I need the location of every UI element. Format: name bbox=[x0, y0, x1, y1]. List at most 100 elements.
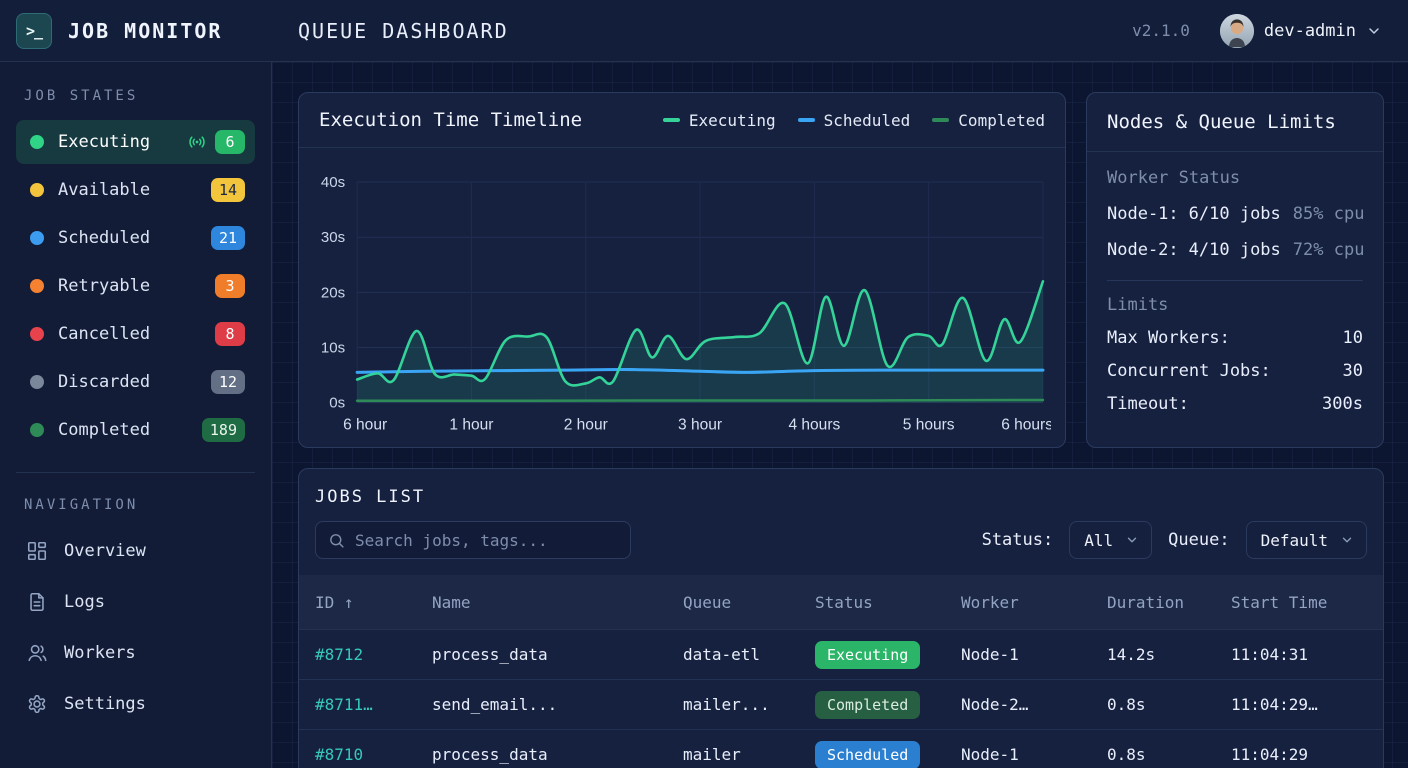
sidebar-state-scheduled[interactable]: Scheduled 21 bbox=[16, 216, 255, 260]
table-row[interactable]: #8712 process_data data-etl Executing Node-1… bbox=[299, 629, 1383, 679]
job-status-cell: Scheduled bbox=[799, 740, 945, 768]
nodes-card-title: Nodes & Queue Limits bbox=[1107, 111, 1336, 133]
limit-row: Max Workers: 10 bbox=[1107, 328, 1363, 348]
legend-dash-icon bbox=[932, 118, 950, 122]
chart-title: Execution Time Timeline bbox=[319, 109, 583, 131]
node-status-row: Node-2: 4/10 jobs 72% cpu bbox=[1107, 240, 1364, 260]
column-header-status[interactable]: Status bbox=[799, 593, 945, 612]
job-id-link[interactable]: #8710 bbox=[299, 745, 416, 764]
state-count-badge: 3 bbox=[215, 273, 245, 299]
status-badge: Executing bbox=[815, 640, 921, 669]
limit-value: 300s bbox=[1322, 394, 1363, 414]
nav-label: Workers bbox=[64, 643, 136, 663]
sidebar-state-discarded[interactable]: Discarded 12 bbox=[16, 360, 255, 404]
svg-text:4 hours: 4 hours bbox=[788, 417, 840, 434]
limit-name: Timeout: bbox=[1107, 394, 1189, 414]
job-queue: data-etl bbox=[683, 645, 761, 664]
state-dot-icon bbox=[30, 375, 44, 389]
table-row[interactable]: #8710 process_data mailer Scheduled Node-1 0.… bbox=[299, 729, 1383, 768]
svg-text:3 hour: 3 hour bbox=[678, 417, 722, 434]
job-status-cell: Executing bbox=[799, 640, 945, 669]
job-duration: 0.8s bbox=[1107, 745, 1146, 764]
overview-icon bbox=[27, 541, 47, 561]
nav-item-logs[interactable]: Logs bbox=[16, 580, 255, 624]
user-menu[interactable]: dev-admin bbox=[1219, 13, 1382, 48]
limit-row: Timeout: 300s bbox=[1107, 394, 1363, 414]
node-cpu: 85% cpu bbox=[1292, 204, 1365, 224]
legend-item-completed[interactable]: Completed bbox=[932, 111, 1045, 130]
jobs-table-header: ID ↑ Name Queue Status Worker Duration Start T… bbox=[299, 575, 1383, 629]
nav-label: Overview bbox=[64, 541, 146, 561]
column-header-id[interactable]: ID ↑ bbox=[299, 593, 416, 612]
jobs-list-title: JOBS LIST bbox=[315, 487, 426, 507]
node-jobs: 6/10 jobs bbox=[1188, 204, 1281, 224]
limit-name: Max Workers: bbox=[1107, 328, 1230, 348]
legend-item-scheduled[interactable]: Scheduled bbox=[797, 110, 911, 130]
job-id-link[interactable]: #8711… bbox=[299, 695, 416, 714]
legend-label: Scheduled bbox=[823, 110, 911, 130]
limit-value: 10 bbox=[1342, 328, 1363, 348]
column-header-worker[interactable]: Worker bbox=[945, 593, 1091, 612]
svg-text:6 hours: 6 hours bbox=[1001, 417, 1051, 434]
jobs-list-card: JOBS LIST Status: All Queue: Default bbox=[298, 468, 1384, 768]
avatar bbox=[1219, 13, 1254, 48]
search-input[interactable] bbox=[355, 530, 618, 550]
nav-item-settings[interactable]: Settings bbox=[16, 682, 255, 726]
job-start-time: 11:04:29… bbox=[1231, 695, 1318, 714]
nav-item-workers[interactable]: Workers bbox=[16, 631, 255, 675]
column-header-duration[interactable]: Duration bbox=[1091, 593, 1215, 612]
status-badge: Completed bbox=[815, 690, 921, 719]
queue-filter-label: Queue: bbox=[1168, 530, 1230, 550]
job-name: process_data bbox=[432, 645, 548, 664]
version-label: v2.1.0 bbox=[1132, 21, 1190, 40]
sidebar: JOB STATES Executing 6 Available 14 Schedule… bbox=[0, 62, 272, 768]
workers-icon bbox=[28, 644, 47, 662]
jobs-table-body: #8712 process_data data-etl Executing Node-1… bbox=[299, 629, 1383, 768]
column-header-queue[interactable]: Queue bbox=[667, 593, 799, 612]
nodes-limits-card: Nodes & Queue Limits Worker Status Node-… bbox=[1086, 92, 1384, 448]
sidebar-state-cancelled[interactable]: Cancelled 8 bbox=[16, 312, 255, 356]
column-header-name[interactable]: Name bbox=[416, 593, 667, 612]
job-status-cell: Completed bbox=[799, 690, 945, 719]
state-dot-icon bbox=[30, 327, 44, 341]
job-id-link[interactable]: #8712 bbox=[299, 645, 416, 664]
node-status-row: Node-1: 6/10 jobs 85% cpu bbox=[1107, 204, 1365, 224]
state-dot-icon bbox=[30, 183, 44, 197]
logo-glyph: >_ bbox=[25, 21, 43, 40]
svg-text:1 hour: 1 hour bbox=[449, 417, 493, 434]
brand: >_ JOB MONITOR bbox=[16, 12, 272, 49]
sidebar-state-retryable[interactable]: Retryable 3 bbox=[16, 264, 255, 308]
status-filter-select[interactable]: All bbox=[1069, 521, 1153, 559]
table-row[interactable]: #8711… send_email... mailer... Completed Nod… bbox=[299, 679, 1383, 729]
status-filter-value: All bbox=[1084, 530, 1114, 550]
queue-filter-select[interactable]: Default bbox=[1245, 521, 1367, 559]
state-label: Executing bbox=[58, 132, 151, 152]
jobs-table: ID ↑ Name Queue Status Worker Duration Start T… bbox=[299, 575, 1383, 768]
state-label: Completed bbox=[58, 420, 151, 440]
legend-dash-icon bbox=[662, 118, 680, 122]
state-count-badge: 8 bbox=[215, 321, 245, 347]
worker-status-label: Worker Status bbox=[1107, 168, 1241, 188]
job-start-time: 11:04:31 bbox=[1231, 645, 1309, 664]
sidebar-state-completed[interactable]: Completed 189 bbox=[16, 408, 255, 452]
nav-label: Settings bbox=[64, 694, 146, 714]
svg-text:5 hours: 5 hours bbox=[903, 417, 955, 434]
main-content: Execution Time Timeline Executing Schedul… bbox=[272, 62, 1408, 768]
nav-item-overview[interactable]: Overview bbox=[16, 529, 255, 573]
state-dot-icon bbox=[30, 231, 44, 245]
execution-timeline-card: Execution Time Timeline Executing Schedul… bbox=[298, 92, 1066, 448]
legend-item-executing[interactable]: Executing bbox=[662, 111, 776, 130]
limit-value: 30 bbox=[1342, 361, 1363, 381]
state-dot-icon bbox=[30, 423, 44, 437]
sidebar-state-executing[interactable]: Executing 6 bbox=[16, 120, 255, 164]
state-count-badge: 189 bbox=[201, 417, 245, 443]
state-label: Available bbox=[58, 180, 151, 200]
svg-text:6 hour: 6 hour bbox=[343, 417, 387, 434]
terminal-logo-icon: >_ bbox=[16, 12, 52, 49]
column-header-starttime[interactable]: Start Time bbox=[1215, 593, 1383, 612]
state-label: Discarded bbox=[58, 372, 151, 392]
jobs-search[interactable] bbox=[315, 521, 631, 559]
sidebar-state-available[interactable]: Available 14 bbox=[16, 168, 255, 212]
svg-text:20s: 20s bbox=[321, 284, 345, 301]
job-name: process_data bbox=[432, 745, 548, 764]
